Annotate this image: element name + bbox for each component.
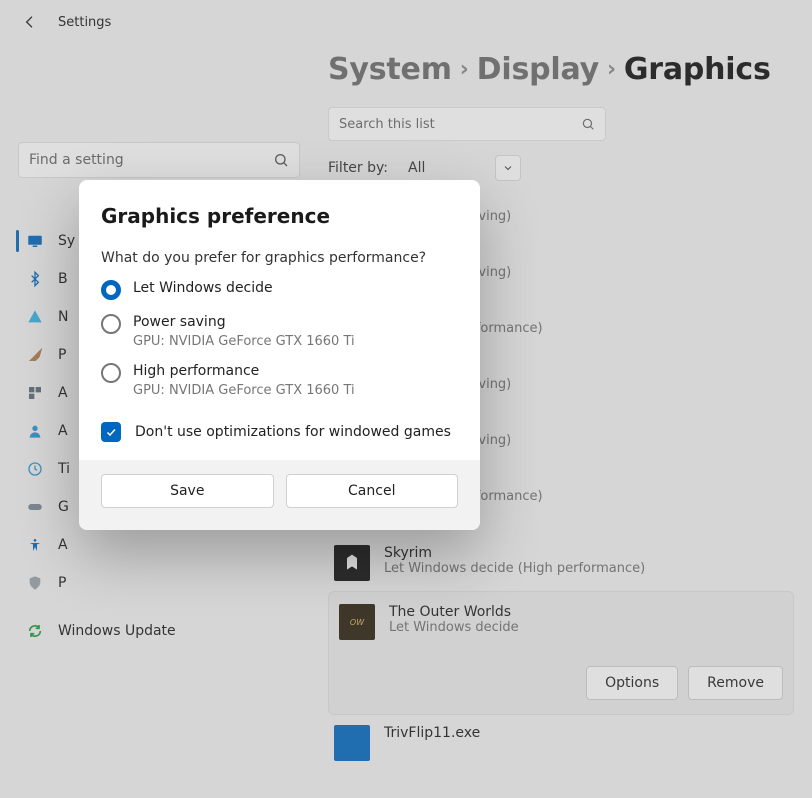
options-button[interactable]: Options: [586, 666, 678, 700]
accessibility-icon: [26, 536, 44, 554]
app-name: The Outer Worlds: [389, 604, 519, 620]
sidebar-item-label: Windows Update: [58, 623, 176, 639]
app-name: TrivFlip11.exe: [384, 725, 480, 741]
graphics-preference-dialog: Graphics preference What do you prefer f…: [79, 180, 480, 530]
chevron-right-icon: ›: [607, 57, 616, 82]
sidebar-item-label: A: [58, 385, 68, 401]
radio-icon: [101, 363, 121, 383]
sidebar-item-windows-update[interactable]: Windows Update: [18, 612, 300, 650]
app-preference: Let Windows decide (High performance): [384, 561, 645, 576]
search-list-placeholder: Search this list: [339, 117, 581, 132]
checkbox-checked-icon: [101, 422, 121, 442]
sidebar-item-label: Ti: [58, 461, 70, 477]
network-icon: [26, 308, 44, 326]
back-button[interactable]: [20, 12, 40, 32]
app-icon: OW: [339, 604, 375, 640]
windowed-optimizations-checkbox[interactable]: Don't use optimizations for windowed gam…: [101, 422, 458, 442]
filter-value: All: [408, 160, 425, 176]
app-name: Skyrim: [384, 545, 645, 561]
person-icon: [26, 422, 44, 440]
radio-icon: [101, 280, 121, 300]
option-gpu: GPU: NVIDIA GeForce GTX 1660 Ti: [133, 383, 355, 398]
app-row[interactable]: SkyrimLet Windows decide (High performan…: [328, 535, 794, 591]
sidebar-item-label: P: [58, 575, 66, 591]
clock-icon: [26, 460, 44, 478]
chevron-right-icon: ›: [460, 57, 469, 82]
app-preference: Let Windows decide: [389, 620, 519, 635]
option-label: Let Windows decide: [133, 280, 273, 296]
search-icon: [273, 152, 289, 168]
search-icon: [581, 117, 595, 131]
option-label: Power saving: [133, 314, 355, 330]
option-let-windows-decide[interactable]: Let Windows decide: [101, 280, 458, 300]
breadcrumb-system[interactable]: System: [328, 52, 452, 87]
shield-icon: [26, 574, 44, 592]
search-settings-input[interactable]: Find a setting: [18, 142, 300, 178]
save-button[interactable]: Save: [101, 474, 274, 508]
breadcrumb-graphics: Graphics: [624, 52, 771, 87]
app-icon: [334, 725, 370, 761]
chevron-down-icon: [502, 162, 514, 174]
filter-dropdown[interactable]: [495, 155, 521, 181]
sidebar-item-accessibility[interactable]: A: [18, 526, 300, 564]
app-icon: [334, 545, 370, 581]
gamepad-icon: [26, 498, 44, 516]
option-gpu: GPU: NVIDIA GeForce GTX 1660 Ti: [133, 334, 355, 349]
cancel-button[interactable]: Cancel: [286, 474, 459, 508]
option-power-saving[interactable]: Power saving GPU: NVIDIA GeForce GTX 166…: [101, 314, 458, 349]
breadcrumb: System › Display › Graphics: [328, 52, 794, 87]
sidebar-item-label: N: [58, 309, 68, 325]
app-row-expanded: OW The Outer WorldsLet Windows decide Op…: [328, 591, 794, 715]
sidebar-item-label: P: [58, 347, 66, 363]
search-list-input[interactable]: Search this list: [328, 107, 606, 141]
breadcrumb-display[interactable]: Display: [477, 52, 599, 87]
brush-icon: [26, 346, 44, 364]
app-title: Settings: [58, 15, 111, 30]
checkbox-label: Don't use optimizations for windowed gam…: [135, 424, 451, 440]
sidebar-item-label: A: [58, 423, 68, 439]
apps-icon: [26, 384, 44, 402]
dialog-title: Graphics preference: [101, 204, 458, 228]
update-icon: [26, 622, 44, 640]
remove-button[interactable]: Remove: [688, 666, 783, 700]
sidebar-item-privacy[interactable]: P: [18, 564, 300, 602]
option-high-performance[interactable]: High performance GPU: NVIDIA GeForce GTX…: [101, 363, 458, 398]
sidebar-item-label: A: [58, 537, 68, 553]
filter-label: Filter by:: [328, 160, 388, 176]
dialog-question: What do you prefer for graphics performa…: [101, 250, 458, 266]
option-label: High performance: [133, 363, 355, 379]
app-row[interactable]: TrivFlip11.exe: [328, 715, 794, 771]
sidebar-item-label: B: [58, 271, 68, 287]
radio-icon: [101, 314, 121, 334]
sidebar-item-label: Sy: [58, 233, 75, 249]
search-settings-placeholder: Find a setting: [29, 152, 273, 168]
display-icon: [26, 232, 44, 250]
sidebar-item-label: G: [58, 499, 69, 515]
bluetooth-icon: [26, 270, 44, 288]
